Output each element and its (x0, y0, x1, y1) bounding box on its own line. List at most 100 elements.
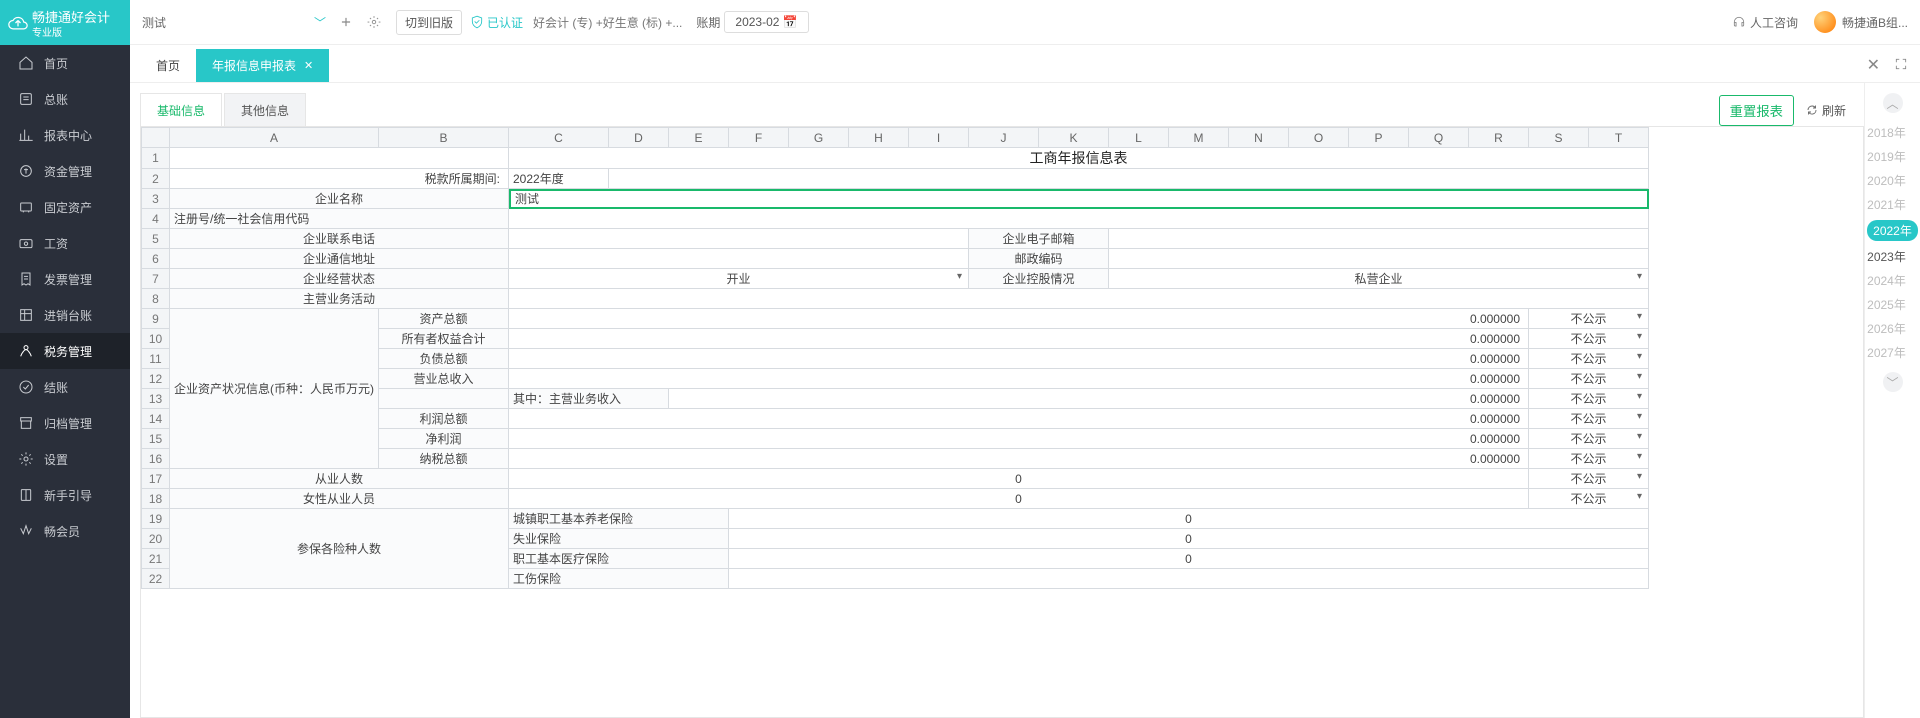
sidebar-item-salary[interactable]: 工资 (0, 225, 130, 261)
sidebar-item-tax[interactable]: 税务管理 (0, 333, 130, 369)
reg-code-input[interactable] (509, 209, 1649, 229)
row-20[interactable]: 20 (142, 529, 170, 549)
year-2021年[interactable]: 2021年 (1867, 196, 1918, 213)
asset-pub-5[interactable]: 不公示 (1529, 409, 1649, 429)
sidebar-item-fund[interactable]: 资金管理 (0, 153, 130, 189)
reset-report-button[interactable]: 重置报表 (1719, 95, 1794, 126)
sidebar-item-home[interactable]: 首页 (0, 45, 130, 81)
row-9[interactable]: 9 (142, 309, 170, 329)
asset-pub-2[interactable]: 不公示 (1529, 349, 1649, 369)
row-3[interactable]: 3 (142, 189, 170, 209)
col-P[interactable]: P (1349, 128, 1409, 148)
female-pub[interactable]: 不公示 (1529, 489, 1649, 509)
col-T[interactable]: T (1589, 128, 1649, 148)
year-2018年[interactable]: 2018年 (1867, 124, 1918, 141)
tab-home[interactable]: 首页 (140, 49, 196, 82)
asset-pub-6[interactable]: 不公示 (1529, 429, 1649, 449)
col-F[interactable]: F (729, 128, 789, 148)
switch-old-button[interactable]: 切到旧版 (396, 10, 462, 35)
main-biz-input[interactable] (509, 289, 1649, 309)
row-17[interactable]: 17 (142, 469, 170, 489)
employees-value[interactable]: 0 (509, 469, 1529, 489)
spreadsheet[interactable]: ABCDEFGHIJKLMNOPQRST1工商年报信息表2税款所属期间:2022… (140, 126, 1864, 718)
year-2023年[interactable]: 2023年 (1867, 248, 1918, 265)
row-15[interactable]: 15 (142, 429, 170, 449)
col-R[interactable]: R (1469, 128, 1529, 148)
support-link[interactable]: 人工咨询 (1732, 14, 1798, 31)
fullscreen-icon[interactable] (1894, 57, 1908, 74)
subtab-other[interactable]: 其他信息 (224, 93, 306, 127)
period-picker[interactable]: 2023-02 📅 (724, 11, 808, 33)
insurance-value-2[interactable]: 0 (729, 549, 1649, 569)
row-5[interactable]: 5 (142, 229, 170, 249)
insurance-value-3[interactable] (729, 569, 1649, 589)
address-input[interactable] (509, 249, 969, 269)
col-O[interactable]: O (1289, 128, 1349, 148)
sidebar-item-ledger[interactable]: 总账 (0, 81, 130, 117)
asset-value-0[interactable]: 0.000000 (509, 309, 1529, 329)
row-22[interactable]: 22 (142, 569, 170, 589)
year-up-button[interactable]: ︿ (1883, 93, 1903, 113)
asset-pub-0[interactable]: 不公示 (1529, 309, 1649, 329)
user-name[interactable]: 畅捷通B组... (1842, 14, 1908, 31)
asset-value-6[interactable]: 0.000000 (509, 429, 1529, 449)
employees-pub[interactable]: 不公示 (1529, 469, 1649, 489)
col-Q[interactable]: Q (1409, 128, 1469, 148)
row-21[interactable]: 21 (142, 549, 170, 569)
year-2027年[interactable]: 2027年 (1867, 344, 1918, 361)
asset-value-4[interactable]: 0.000000 (669, 389, 1529, 409)
row-13[interactable]: 13 (142, 389, 170, 409)
col-N[interactable]: N (1229, 128, 1289, 148)
avatar[interactable] (1814, 11, 1836, 33)
org-selector[interactable]: 测试 ﹀ (142, 14, 332, 31)
subtab-basic[interactable]: 基础信息 (140, 93, 222, 127)
close-all-button[interactable]: ✕ (1867, 55, 1880, 75)
col-K[interactable]: K (1039, 128, 1109, 148)
sidebar-item-stock[interactable]: 进销台账 (0, 297, 130, 333)
col-J[interactable]: J (969, 128, 1039, 148)
email-input[interactable] (1109, 229, 1649, 249)
row-6[interactable]: 6 (142, 249, 170, 269)
phone-input[interactable] (509, 229, 969, 249)
female-value[interactable]: 0 (509, 489, 1529, 509)
col-L[interactable]: L (1109, 128, 1169, 148)
sidebar-item-invoice[interactable]: 发票管理 (0, 261, 130, 297)
year-2020年[interactable]: 2020年 (1867, 172, 1918, 189)
sidebar-item-archive[interactable]: 归档管理 (0, 405, 130, 441)
insurance-value-1[interactable]: 0 (729, 529, 1649, 549)
row-14[interactable]: 14 (142, 409, 170, 429)
row-10[interactable]: 10 (142, 329, 170, 349)
col-B[interactable]: B (379, 128, 509, 148)
sidebar-item-settings[interactable]: 设置 (0, 441, 130, 477)
col-M[interactable]: M (1169, 128, 1229, 148)
year-down-button[interactable]: ﹀ (1883, 372, 1903, 392)
insurance-value-0[interactable]: 0 (729, 509, 1649, 529)
asset-value-7[interactable]: 0.000000 (509, 449, 1529, 469)
holding-select[interactable]: 私营企业 (1109, 269, 1649, 289)
sidebar-item-chart[interactable]: 报表中心 (0, 117, 130, 153)
asset-pub-1[interactable]: 不公示 (1529, 329, 1649, 349)
row-16[interactable]: 16 (142, 449, 170, 469)
col-A[interactable]: A (170, 128, 379, 148)
year-2026年[interactable]: 2026年 (1867, 320, 1918, 337)
asset-value-3[interactable]: 0.000000 (509, 369, 1529, 389)
row-1[interactable]: 1 (142, 148, 170, 169)
sidebar-item-vip[interactable]: 畅会员 (0, 513, 130, 549)
sidebar-item-guide[interactable]: 新手引导 (0, 477, 130, 513)
col-H[interactable]: H (849, 128, 909, 148)
status-select[interactable]: 开业 (509, 269, 969, 289)
asset-pub-3[interactable]: 不公示 (1529, 369, 1649, 389)
year-2019年[interactable]: 2019年 (1867, 148, 1918, 165)
row-18[interactable]: 18 (142, 489, 170, 509)
add-icon[interactable] (336, 12, 356, 32)
tab-annual-report[interactable]: 年报信息申报表✕ (196, 49, 329, 82)
row-7[interactable]: 7 (142, 269, 170, 289)
year-2025年[interactable]: 2025年 (1867, 296, 1918, 313)
refresh-button[interactable]: 刷新 (1806, 102, 1846, 119)
col-D[interactable]: D (609, 128, 669, 148)
sidebar-item-asset[interactable]: 固定资产 (0, 189, 130, 225)
close-icon[interactable]: ✕ (304, 59, 313, 72)
col-S[interactable]: S (1529, 128, 1589, 148)
row-11[interactable]: 11 (142, 349, 170, 369)
asset-value-5[interactable]: 0.000000 (509, 409, 1529, 429)
